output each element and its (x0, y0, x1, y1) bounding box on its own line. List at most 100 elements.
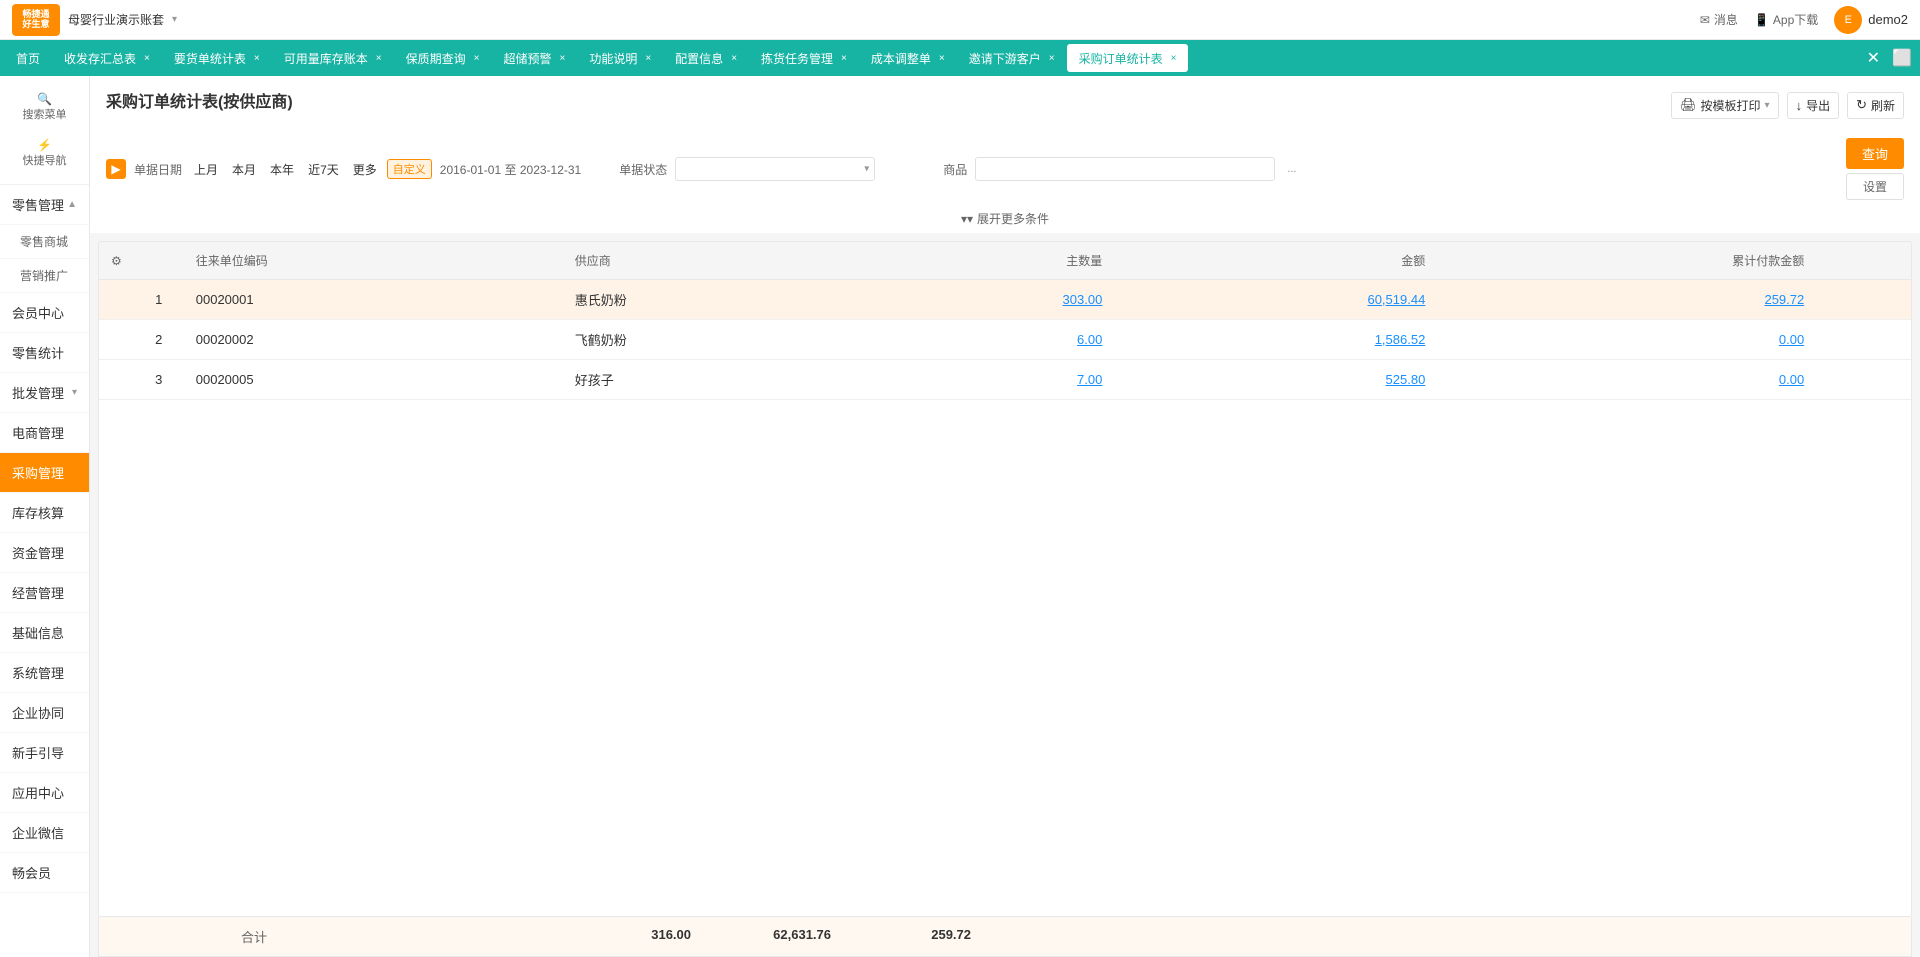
status-select[interactable] (675, 157, 875, 181)
tab-function[interactable]: 功能说明 × (577, 44, 663, 72)
sidebar-search-section: 🔍 搜索菜单 ⚡ 快捷导航 (0, 76, 89, 185)
status-label: 单据状态 (619, 161, 667, 178)
row2-amount[interactable]: 1,586.52 (1114, 320, 1437, 360)
workspace-arrow[interactable]: ▾ (172, 14, 177, 25)
close-all-tabs-btn[interactable]: ✕ (1863, 48, 1884, 68)
status-select-wrapper (675, 157, 875, 181)
date-this-year[interactable]: 本年 (266, 159, 298, 180)
close-tab-overstock[interactable]: × (559, 53, 565, 64)
tab-config[interactable]: 配置信息 × (663, 44, 749, 72)
tab-expiry[interactable]: 保质期查询 × (394, 44, 492, 72)
user-area[interactable]: E demo2 (1834, 6, 1908, 34)
sidebar-item-wechat[interactable]: 企业微信 (0, 813, 89, 853)
row1-amount[interactable]: 60,519.44 (1114, 280, 1437, 320)
sidebar-item-inventory[interactable]: 库存核算 (0, 493, 89, 533)
close-tab-pick[interactable]: × (841, 53, 847, 64)
print-arrow: ▾ (1765, 100, 1770, 111)
gear-icon[interactable]: ⚙ (111, 254, 122, 268)
sidebar-item-batch[interactable]: 批发管理 ▾ (0, 373, 89, 413)
sidebar-item-finance[interactable]: 资金管理 (0, 533, 89, 573)
query-btn[interactable]: 查询 (1846, 138, 1904, 169)
row3-paid[interactable]: 0.00 (1437, 360, 1816, 400)
sidebar-item-free-member[interactable]: 畅会员 (0, 853, 89, 893)
sidebar-search-item[interactable]: 🔍 搜索菜单 (6, 84, 83, 130)
workspace-selector[interactable]: 母婴行业演示账套 (68, 11, 164, 28)
row3-amount[interactable]: 525.80 (1114, 360, 1437, 400)
close-tab-stock[interactable]: × (376, 53, 382, 64)
sidebar-item-member[interactable]: 会员中心 (0, 293, 89, 333)
query-action-area: 查询 设置 (1846, 138, 1904, 200)
sidebar-item-enterprise[interactable]: 企业协同 (0, 693, 89, 733)
restore-tab-btn[interactable]: ⬜ (1888, 48, 1916, 68)
message-btn[interactable]: ✉ 消息 (1700, 11, 1738, 28)
sidebar-item-operations[interactable]: 经营管理 (0, 573, 89, 613)
tab-overstock[interactable]: 超储预警 × (491, 44, 577, 72)
batch-expand-icon: ▾ (72, 387, 77, 398)
goods-label: 商品 (943, 161, 967, 178)
sidebar-item-retail-mgmt[interactable]: 零售管理 ▲ (0, 185, 89, 225)
sidebar-item-retail-store[interactable]: 零售商城 (0, 225, 89, 259)
date-custom-tag[interactable]: 自定义 (387, 159, 432, 179)
tab-pick-task[interactable]: 拣货任务管理 × (749, 44, 859, 72)
tab-receive-summary[interactable]: 收发存汇总表 × (52, 44, 162, 72)
sidebar: 🔍 搜索菜单 ⚡ 快捷导航 零售管理 ▲ 零售商城 营销推广 会员中心 零售统计… (0, 76, 90, 957)
sidebar-item-app-center[interactable]: 应用中心 (0, 773, 89, 813)
close-tab-purchase[interactable]: × (1171, 53, 1177, 64)
row3-code: 00020005 (184, 360, 563, 400)
sidebar-item-marketing[interactable]: 营销推广 (0, 259, 89, 293)
row1-gear (99, 280, 134, 320)
row2-empty (1816, 320, 1911, 360)
data-table: ⚙ 往来单位编码 供应商 主数量 金额 累计付款金额 1 (99, 242, 1911, 400)
sidebar-item-retail-stats[interactable]: 零售统计 (0, 333, 89, 373)
row1-name: 惠氏奶粉 (563, 280, 863, 320)
date-last-month[interactable]: 上月 (190, 159, 222, 180)
expand-row: ▾▾ 展开更多条件 (106, 204, 1904, 233)
sidebar-item-new-guide[interactable]: 新手引导 (0, 733, 89, 773)
close-tab-cost[interactable]: × (939, 53, 945, 64)
row1-qty[interactable]: 303.00 (863, 280, 1115, 320)
close-tab-invite[interactable]: × (1049, 53, 1055, 64)
sidebar-item-system[interactable]: 系统管理 (0, 653, 89, 693)
export-icon: ↓ (1796, 98, 1803, 113)
refresh-btn[interactable]: ↻ 刷新 (1847, 92, 1904, 119)
row2-gear (99, 320, 134, 360)
close-tab-config[interactable]: × (731, 53, 737, 64)
content-area: 采购订单统计表(按供应商) 🖨 按模板打印 ▾ ↓ 导出 ↻ 刷新 (90, 76, 1920, 957)
tab-available-stock[interactable]: 可用量库存账本 × (272, 44, 394, 72)
close-tab-order[interactable]: × (254, 53, 260, 64)
app-download-btn[interactable]: 📱 App下载 (1754, 11, 1818, 28)
date-this-month[interactable]: 本月 (228, 159, 260, 180)
tab-purchase-summary[interactable]: 采购订单统计表 × (1067, 44, 1189, 72)
export-btn[interactable]: ↓ 导出 (1787, 92, 1840, 119)
footer-paid: 259.72 (851, 927, 971, 946)
close-tab-function[interactable]: × (645, 53, 651, 64)
print-btn[interactable]: 🖨 按模板打印 ▾ (1671, 92, 1779, 119)
quick-nav-item[interactable]: ⚡ 快捷导航 (6, 130, 83, 176)
table-row: 2 00020002 飞鹤奶粉 6.00 1,586.52 0.00 (99, 320, 1911, 360)
close-tab-receive[interactable]: × (144, 53, 150, 64)
goods-input[interactable] (975, 157, 1275, 181)
tab-invite[interactable]: 邀请下游客户 × (957, 44, 1067, 72)
sidebar-item-ecommerce[interactable]: 电商管理 (0, 413, 89, 453)
row3-qty[interactable]: 7.00 (863, 360, 1115, 400)
expand-icon: ▾▾ (961, 212, 973, 226)
sidebar-item-basic-info[interactable]: 基础信息 (0, 613, 89, 653)
goods-more-btn[interactable]: ... (1287, 163, 1296, 175)
expand-conditions-btn[interactable]: ▾▾ 展开更多条件 (961, 210, 1049, 227)
tab-order-summary[interactable]: 要货单统计表 × (162, 44, 272, 72)
tab-home[interactable]: 首页 (4, 44, 52, 72)
close-tab-expiry[interactable]: × (474, 53, 480, 64)
row2-paid[interactable]: 0.00 (1437, 320, 1816, 360)
sidebar-item-purchase[interactable]: 采购管理 (0, 453, 89, 493)
tab-cost-adjust[interactable]: 成本调整单 × (859, 44, 957, 72)
settings-btn[interactable]: 设置 (1846, 173, 1904, 200)
filter-toggle[interactable]: ▶ (106, 159, 126, 179)
print-icon: 🖨 (1680, 97, 1697, 113)
date-7days[interactable]: 近7天 (304, 159, 343, 180)
th-supplier-code: 往来单位编码 (184, 242, 563, 280)
date-more[interactable]: 更多 (349, 159, 381, 180)
row2-qty[interactable]: 6.00 (863, 320, 1115, 360)
quick-nav-label: 快捷导航 (23, 152, 67, 168)
row1-empty (1816, 280, 1911, 320)
row1-paid[interactable]: 259.72 (1437, 280, 1816, 320)
